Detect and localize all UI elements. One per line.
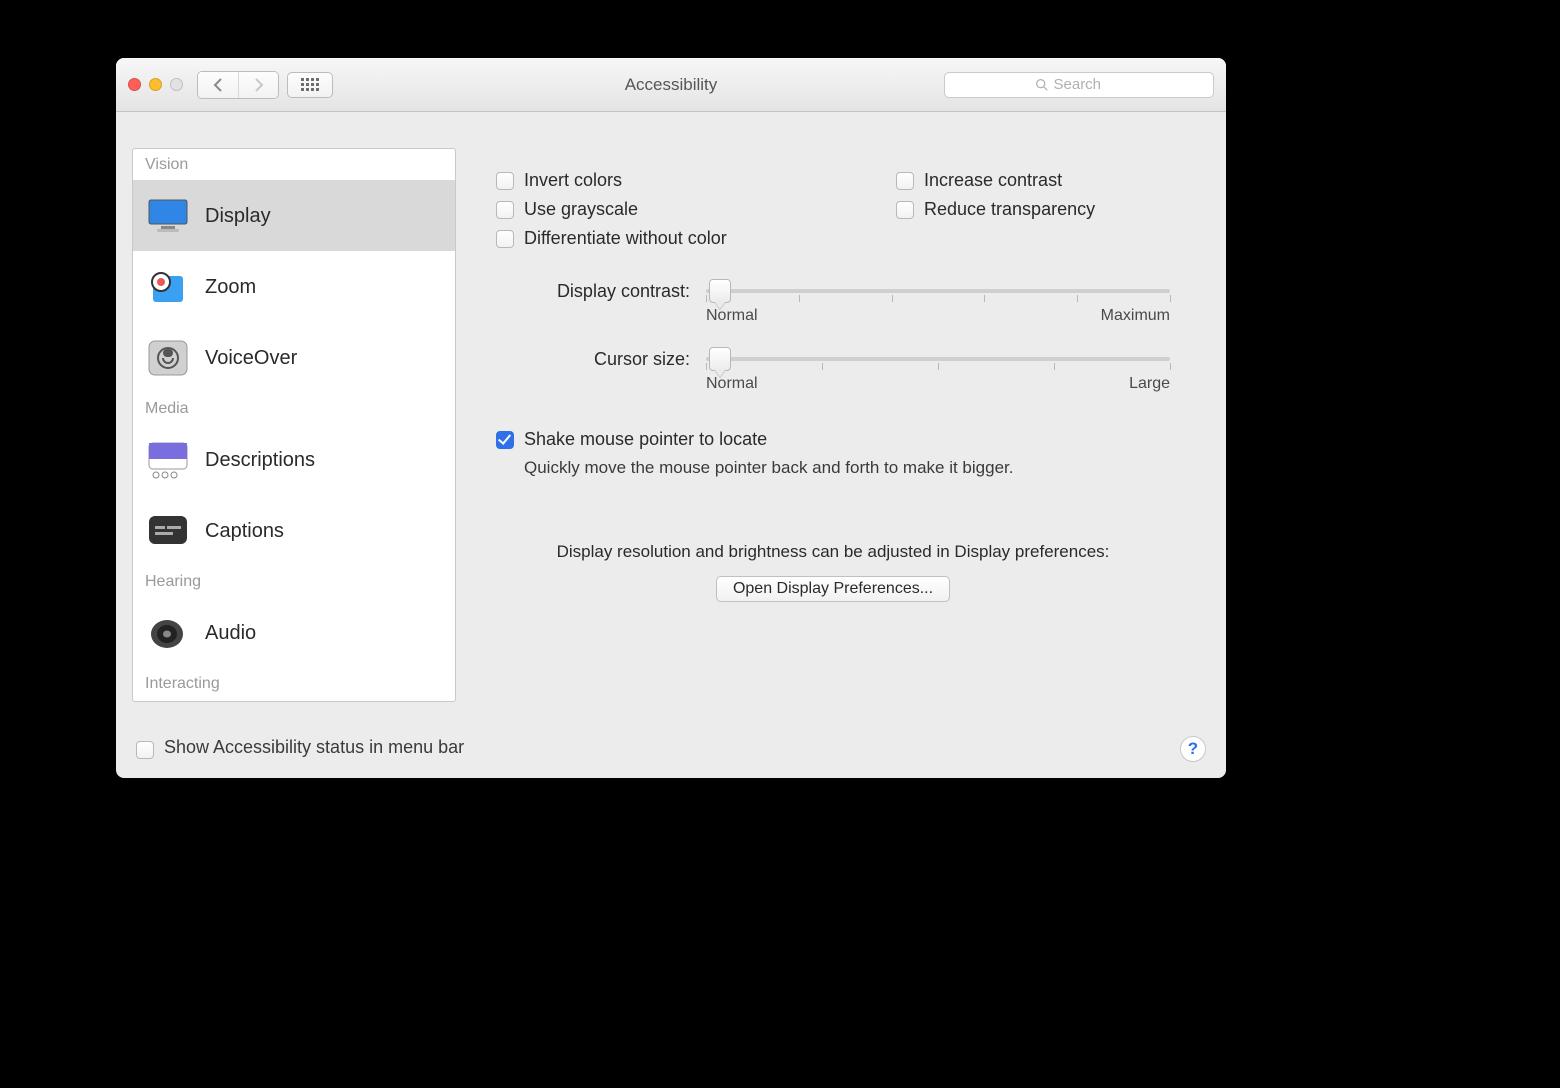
search-icon <box>1035 78 1048 91</box>
voiceover-icon <box>145 335 191 381</box>
resolution-note: Display resolution and brightness can be… <box>496 542 1170 562</box>
shake-pointer-label: Shake mouse pointer to locate <box>524 429 767 450</box>
titlebar: Accessibility <box>116 58 1226 112</box>
sidebar-section-hearing: Hearing <box>133 566 455 597</box>
cursor-size-slider[interactable]: Normal Large <box>706 349 1170 393</box>
increase-contrast-checkbox[interactable] <box>896 172 914 190</box>
differentiate-checkbox[interactable] <box>496 230 514 248</box>
chevron-right-icon <box>254 78 264 92</box>
preferences-window: Accessibility Vision Display Z <box>116 58 1226 778</box>
invert-colors-label: Invert colors <box>524 170 622 191</box>
sidebar-item-descriptions[interactable]: Descriptions <box>133 424 455 495</box>
help-button[interactable]: ? <box>1180 736 1206 762</box>
show-status-label: Show Accessibility status in menu bar <box>164 737 464 758</box>
shake-pointer-hint: Quickly move the mouse pointer back and … <box>524 458 1170 478</box>
shake-pointer-checkbox[interactable] <box>496 431 514 449</box>
sidebar-item-label: Display <box>205 205 271 228</box>
sidebar-item-label: Captions <box>205 520 284 543</box>
display-contrast-row: Display contrast: Normal Maximum <box>496 281 1170 325</box>
nav-back-forward <box>197 71 279 99</box>
contrast-min-label: Normal <box>706 307 758 325</box>
differentiate-row[interactable]: Differentiate without color <box>496 228 1170 249</box>
sidebar-item-label: Zoom <box>205 276 256 299</box>
sidebar-section-vision: Vision <box>133 149 455 180</box>
audio-icon <box>145 610 191 656</box>
sidebar-section-interacting: Interacting <box>133 668 455 699</box>
sidebar-item-display[interactable]: Display <box>133 180 455 251</box>
open-display-preferences-button[interactable]: Open Display Preferences... <box>716 576 950 602</box>
reduce-transparency-checkbox[interactable] <box>896 201 914 219</box>
cursor-min-label: Normal <box>706 375 758 393</box>
chevron-left-icon <box>213 78 223 92</box>
window-body: Vision Display Zoom VoiceOver Media <box>116 112 1226 778</box>
reduce-transparency-label: Reduce transparency <box>924 199 1095 220</box>
cursor-size-label: Cursor size: <box>496 349 706 370</box>
search-field-wrap[interactable] <box>944 72 1214 98</box>
main-pane: Invert colors Increase contrast Use gray… <box>472 148 1210 702</box>
sidebar-item-voiceover[interactable]: VoiceOver <box>133 322 455 393</box>
zoom-window-button[interactable] <box>170 78 183 91</box>
differentiate-label: Differentiate without color <box>524 228 727 249</box>
use-grayscale-checkbox[interactable] <box>496 201 514 219</box>
display-icon <box>145 193 191 239</box>
invert-colors-row[interactable]: Invert colors <box>496 170 896 191</box>
shake-pointer-row[interactable]: Shake mouse pointer to locate <box>496 429 1170 450</box>
grid-icon <box>301 78 319 91</box>
zoom-icon <box>145 264 191 310</box>
sidebar-item-captions[interactable]: Captions <box>133 495 455 566</box>
resolution-block: Display resolution and brightness can be… <box>496 542 1170 602</box>
sidebar: Vision Display Zoom VoiceOver Media <box>132 148 456 702</box>
sidebar-section-media: Media <box>133 393 455 424</box>
captions-icon <box>145 508 191 554</box>
contrast-max-label: Maximum <box>1101 307 1170 325</box>
reduce-transparency-row[interactable]: Reduce transparency <box>896 199 1170 220</box>
cursor-max-label: Large <box>1129 375 1170 393</box>
invert-colors-checkbox[interactable] <box>496 172 514 190</box>
footer-checkbox-row[interactable]: Show Accessibility status in menu bar <box>136 737 464 758</box>
sidebar-item-zoom[interactable]: Zoom <box>133 251 455 322</box>
sidebar-item-label: VoiceOver <box>205 347 297 370</box>
display-contrast-slider[interactable]: Normal Maximum <box>706 281 1170 325</box>
show-status-checkbox[interactable] <box>136 741 154 759</box>
sidebar-item-label: Audio <box>205 622 256 645</box>
shake-pointer-block: Shake mouse pointer to locate Quickly mo… <box>496 429 1170 478</box>
sidebar-item-audio[interactable]: Audio <box>133 597 455 668</box>
search-input[interactable] <box>1054 76 1124 93</box>
window-controls <box>128 78 183 91</box>
cursor-size-row: Cursor size: Normal Large <box>496 349 1170 393</box>
show-all-button[interactable] <box>287 72 333 98</box>
display-contrast-label: Display contrast: <box>496 281 706 302</box>
sidebar-item-label: Descriptions <box>205 449 315 472</box>
increase-contrast-label: Increase contrast <box>924 170 1062 191</box>
forward-button[interactable] <box>238 72 278 98</box>
increase-contrast-row[interactable]: Increase contrast <box>896 170 1170 191</box>
use-grayscale-row[interactable]: Use grayscale <box>496 199 896 220</box>
descriptions-icon <box>145 437 191 483</box>
options-grid: Invert colors Increase contrast Use gray… <box>496 170 1170 257</box>
minimize-window-button[interactable] <box>149 78 162 91</box>
back-button[interactable] <box>198 72 238 98</box>
close-window-button[interactable] <box>128 78 141 91</box>
use-grayscale-label: Use grayscale <box>524 199 638 220</box>
